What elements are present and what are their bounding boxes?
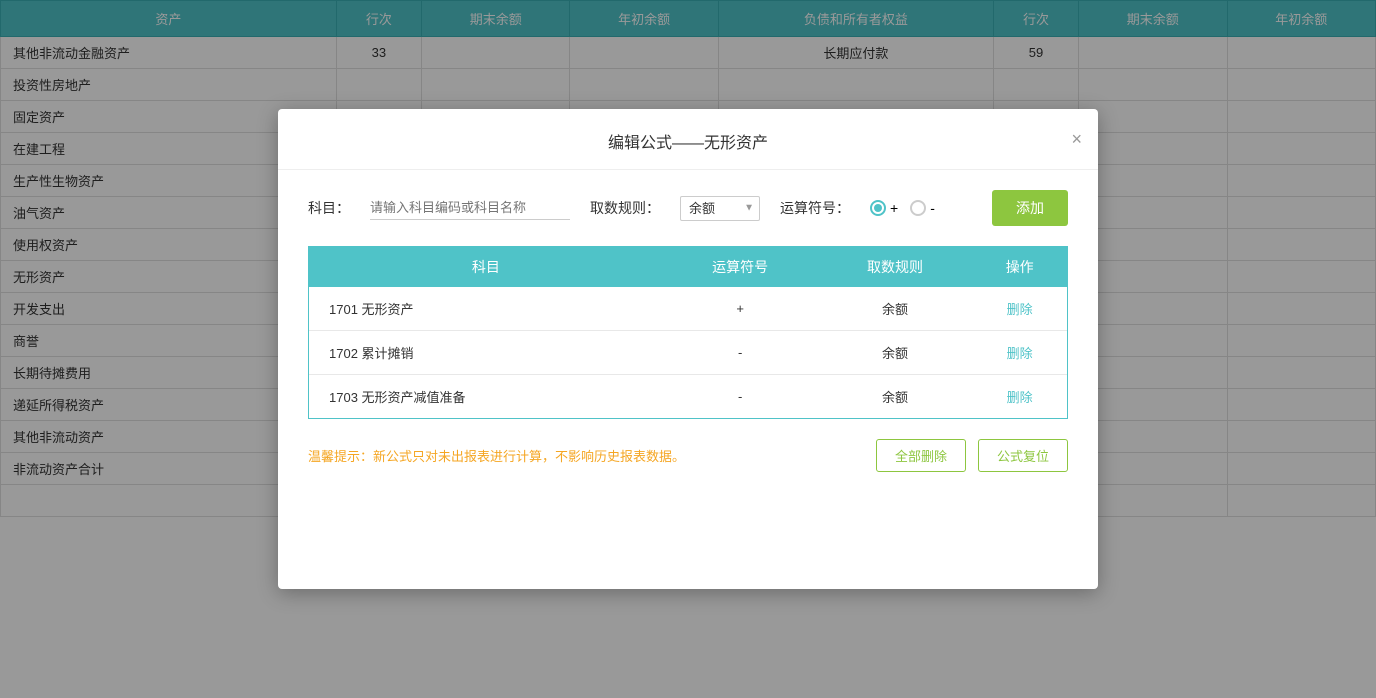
- operator-minus-radio[interactable]: -: [910, 200, 935, 216]
- operator-plus-radio[interactable]: +: [870, 200, 898, 216]
- row2-action: 删除: [972, 331, 1067, 375]
- row2-rule: 余额: [818, 331, 973, 375]
- col-subject: 科目: [309, 247, 663, 287]
- col-action: 操作: [972, 247, 1067, 287]
- row2-delete-button[interactable]: 删除: [1007, 343, 1033, 362]
- row3-operator: -: [663, 375, 818, 419]
- footer-buttons: 全部删除 公式复位: [876, 439, 1068, 472]
- subject-label: 科目：: [308, 198, 350, 218]
- row1-operator: +: [663, 287, 818, 331]
- formula-row: 1701 无形资产 + 余额 删除: [309, 287, 1067, 331]
- footer-tip: 温馨提示：新公式只对未出报表进行计算，不影响历史报表数据。: [308, 446, 685, 465]
- modal-title: 编辑公式——无形资产: [608, 135, 768, 152]
- subject-input[interactable]: [370, 196, 570, 220]
- col-rule: 取数规则: [818, 247, 973, 287]
- row3-delete-button[interactable]: 删除: [1007, 387, 1033, 406]
- operator-label: 运算符号：: [780, 198, 850, 218]
- modal-footer: 温馨提示：新公式只对未出报表进行计算，不影响历史报表数据。 全部删除 公式复位: [278, 419, 1098, 482]
- operator-plus-label: +: [890, 200, 898, 216]
- rule-select[interactable]: 余额 借方 贷方: [680, 196, 760, 221]
- delete-all-button[interactable]: 全部删除: [876, 439, 966, 472]
- row1-rule: 余额: [818, 287, 973, 331]
- row3-subject: 1703 无形资产减值准备: [309, 375, 663, 419]
- radio-plus-circle: [870, 200, 886, 216]
- add-button[interactable]: 添加: [992, 190, 1068, 226]
- row2-subject: 1702 累计摊销: [309, 331, 663, 375]
- radio-minus-circle: [910, 200, 926, 216]
- operator-minus-label: -: [930, 200, 935, 216]
- col-operator: 运算符号: [663, 247, 818, 287]
- formula-row: 1703 无形资产减值准备 - 余额 删除: [309, 375, 1067, 419]
- rule-label: 取数规则：: [590, 198, 660, 218]
- row1-delete-button[interactable]: 删除: [1007, 299, 1033, 318]
- modal-header: 编辑公式——无形资产 ×: [278, 109, 1098, 170]
- formula-table: 科目 运算符号 取数规则 操作 1701 无形资产 + 余额 删除: [308, 246, 1068, 419]
- operator-group: + -: [870, 200, 935, 216]
- rule-select-wrapper: 余额 借方 贷方 ▼: [680, 196, 760, 221]
- modal-overlay: 编辑公式——无形资产 × 科目： 取数规则： 余额 借方 贷方 ▼ 运算符号： …: [0, 0, 1376, 698]
- row3-action: 删除: [972, 375, 1067, 419]
- row1-action: 删除: [972, 287, 1067, 331]
- row1-subject: 1701 无形资产: [309, 287, 663, 331]
- row2-operator: -: [663, 331, 818, 375]
- edit-formula-modal: 编辑公式——无形资产 × 科目： 取数规则： 余额 借方 贷方 ▼ 运算符号： …: [278, 109, 1098, 589]
- formula-form: 科目： 取数规则： 余额 借方 贷方 ▼ 运算符号： + -: [278, 170, 1098, 246]
- modal-close-button[interactable]: ×: [1071, 130, 1082, 148]
- row3-rule: 余额: [818, 375, 973, 419]
- reset-formula-button[interactable]: 公式复位: [978, 439, 1068, 472]
- formula-row: 1702 累计摊销 - 余额 删除: [309, 331, 1067, 375]
